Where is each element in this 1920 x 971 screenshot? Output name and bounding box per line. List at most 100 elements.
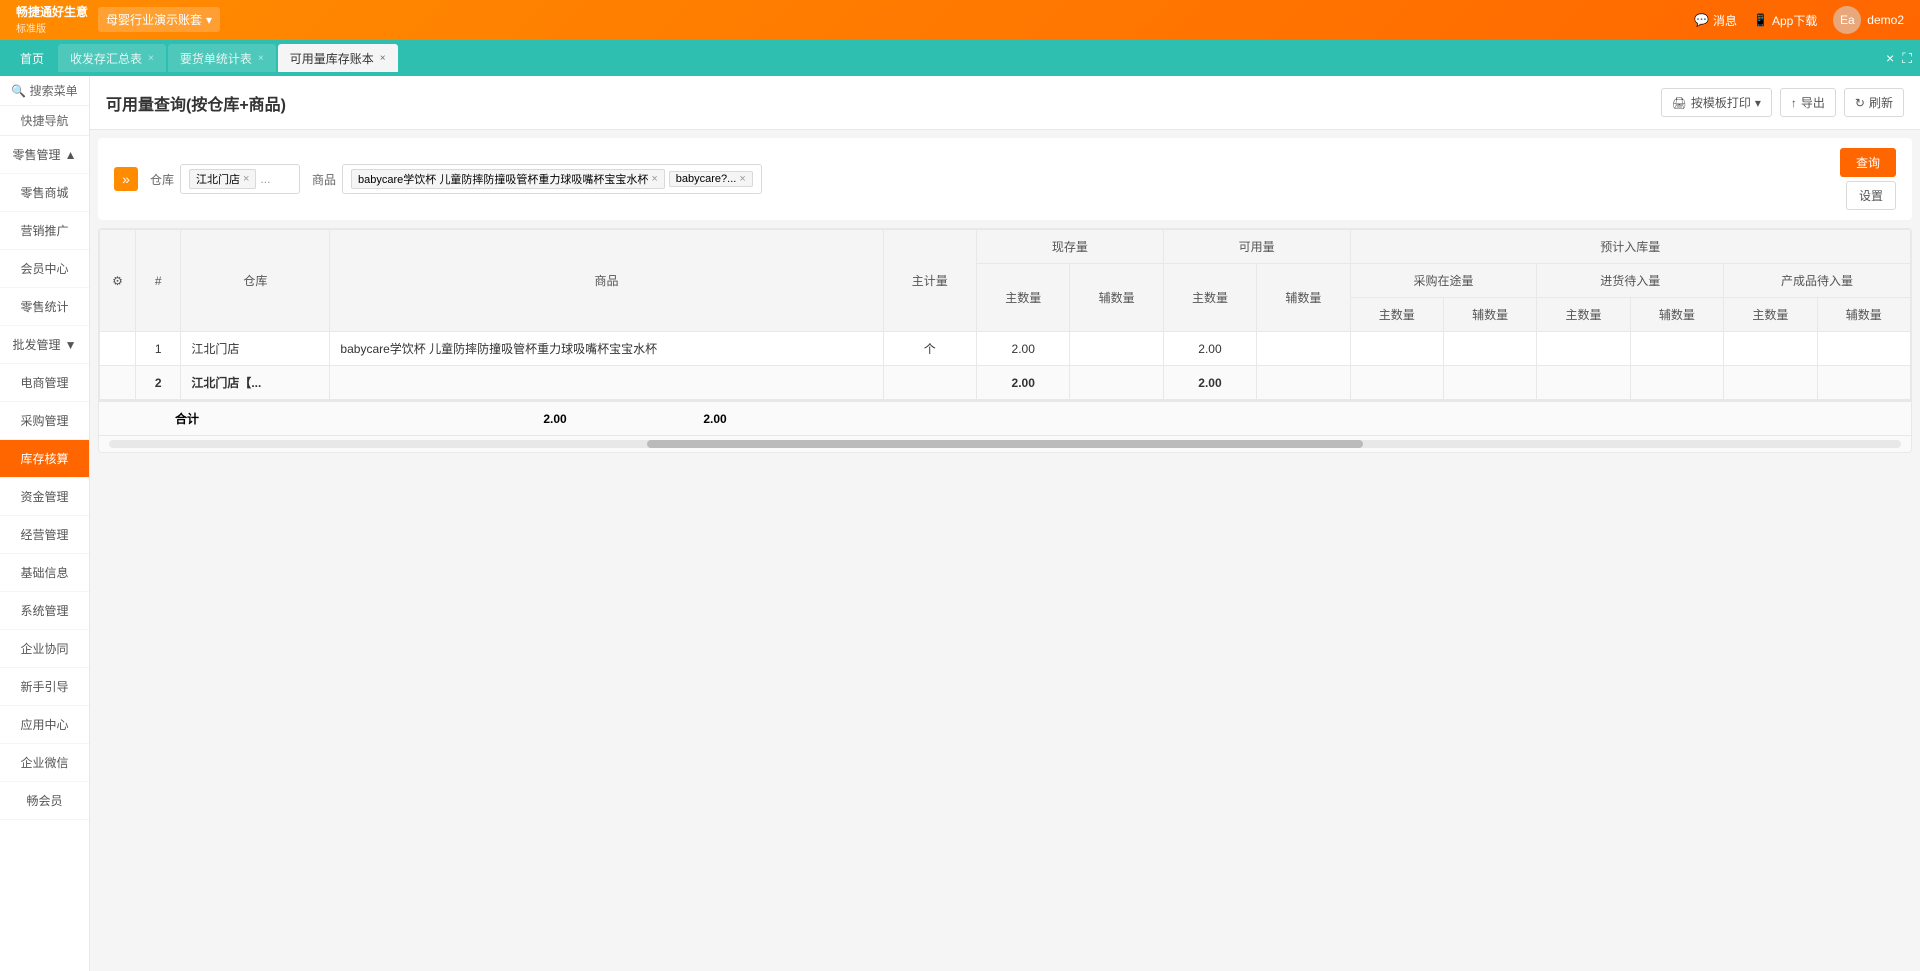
close-all-tabs-icon[interactable]: × bbox=[1886, 50, 1894, 66]
expand-filter-btn[interactable]: » bbox=[114, 167, 138, 191]
product-tag-2-remove-icon[interactable]: × bbox=[739, 173, 745, 185]
col-product-header: 商品 bbox=[330, 230, 883, 332]
sidebar-item-new-guide[interactable]: 新手引导 bbox=[0, 668, 89, 706]
row-2-purchase-transit-aux bbox=[1443, 366, 1536, 400]
tab-order-summary[interactable]: 要货单统计表 × bbox=[168, 44, 276, 72]
sidebar-item-operation[interactable]: 经营管理 bbox=[0, 516, 89, 554]
sidebar-item-basic-info[interactable]: 基础信息 bbox=[0, 554, 89, 592]
chevron-down-icon: ▼ bbox=[65, 338, 77, 352]
col-available-main-header: 主数量 bbox=[1163, 264, 1256, 332]
sidebar-item-enterprise-wechat[interactable]: 企业微信 bbox=[0, 744, 89, 782]
sidebar-item-purchase[interactable]: 采购管理 bbox=[0, 402, 89, 440]
product-input[interactable]: babycare学饮杯 儿童防摔防撞吸管杯重力球吸嘴杯宝宝水杯 × babyca… bbox=[342, 164, 762, 194]
sidebar-search-menu[interactable]: 🔍 搜索菜单 bbox=[0, 76, 89, 106]
page-actions: 🖨 按模板打印 ▾ ↑ 导出 ↻ 刷新 bbox=[1661, 88, 1904, 117]
sidebar-item-system[interactable]: 系统管理 bbox=[0, 592, 89, 630]
footer-available-main: 2.00 bbox=[675, 412, 755, 426]
page-title: 可用量查询(按仓库+商品) bbox=[106, 91, 286, 115]
settings-icon: ⚙ bbox=[112, 274, 123, 288]
sidebar-retail-store-label: 零售商城 bbox=[20, 186, 68, 200]
sidebar-item-wholesale-mgmt[interactable]: 批发管理 ▼ bbox=[0, 326, 89, 364]
tab-available-inventory[interactable]: 可用量库存账本 × bbox=[278, 44, 398, 72]
sidebar-item-vip-member[interactable]: 畅会员 bbox=[0, 782, 89, 820]
row-2-product bbox=[330, 366, 883, 400]
row-1-inbound-aux bbox=[1630, 332, 1723, 366]
sidebar-item-inventory[interactable]: 库存核算 bbox=[0, 440, 89, 478]
row-1-production-main bbox=[1724, 332, 1817, 366]
col-index-header: # bbox=[136, 230, 181, 332]
row-1-available-main: 2.00 bbox=[1163, 332, 1256, 366]
warehouse-tag: 江北门店 × bbox=[189, 169, 256, 189]
refresh-icon: ↻ bbox=[1855, 96, 1865, 110]
scrollbar-track[interactable] bbox=[109, 440, 1901, 448]
warehouse-tag-remove-icon[interactable]: × bbox=[243, 173, 249, 185]
row-2-production-main bbox=[1724, 366, 1817, 400]
main-layout: 🔍 搜索菜单 快捷导航 零售管理 ▲ 零售商城 营销推广 会员中心 零售统计 批… bbox=[0, 76, 1920, 971]
sidebar-item-marketing[interactable]: 营销推广 bbox=[0, 212, 89, 250]
row-2-warehouse: 江北门店【... bbox=[181, 366, 330, 400]
export-btn[interactable]: ↑ 导出 bbox=[1780, 88, 1836, 117]
tab-order-summary-label: 要货单统计表 bbox=[180, 50, 252, 67]
sidebar-ecommerce-label: 电商管理 bbox=[20, 376, 68, 390]
chevron-down-icon: ▾ bbox=[206, 13, 212, 27]
print-chevron-icon: ▾ bbox=[1755, 96, 1761, 110]
message-btn[interactable]: 💬 消息 bbox=[1694, 12, 1737, 29]
close-receipt-summary-icon[interactable]: × bbox=[148, 53, 154, 64]
query-btn[interactable]: 查询 bbox=[1840, 148, 1896, 177]
store-selector[interactable]: 母婴行业演示账套 ▾ bbox=[98, 7, 220, 32]
user-avatar-area[interactable]: Ea demo2 bbox=[1833, 6, 1904, 34]
warehouse-input[interactable]: 江北门店 × ... bbox=[180, 164, 300, 194]
scrollbar-thumb[interactable] bbox=[647, 440, 1364, 448]
warehouse-label: 仓库 bbox=[150, 171, 174, 188]
store-name: 母婴行业演示账套 bbox=[106, 11, 202, 28]
refresh-btn[interactable]: ↻ 刷新 bbox=[1844, 88, 1904, 117]
col-warehouse-header: 仓库 bbox=[181, 230, 330, 332]
close-available-inventory-icon[interactable]: × bbox=[380, 53, 386, 64]
sidebar-app-center-label: 应用中心 bbox=[20, 718, 68, 732]
print-icon: 🖨 bbox=[1672, 96, 1687, 110]
col-available-aux-header: 辅数量 bbox=[1257, 264, 1350, 332]
page-header: 可用量查询(按仓库+商品) 🖨 按模板打印 ▾ ↑ 导出 ↻ 刷新 bbox=[90, 76, 1920, 130]
warehouse-more[interactable]: ... bbox=[260, 172, 270, 186]
sidebar-item-member[interactable]: 会员中心 bbox=[0, 250, 89, 288]
row-1-unit: 个 bbox=[883, 332, 976, 366]
col-current-stock-header: 现存量 bbox=[977, 230, 1164, 264]
tab-receipt-summary-label: 收发存汇总表 bbox=[70, 50, 142, 67]
sidebar-item-retail-store[interactable]: 零售商城 bbox=[0, 174, 89, 212]
product-tag-1-remove-icon[interactable]: × bbox=[651, 173, 657, 185]
product-tag-1: babycare学饮杯 儿童防摔防撞吸管杯重力球吸嘴杯宝宝水杯 × bbox=[351, 169, 665, 189]
sidebar-item-enterprise[interactable]: 企业协同 bbox=[0, 630, 89, 668]
close-order-summary-icon[interactable]: × bbox=[258, 53, 264, 64]
nav-actions: × ⛶ bbox=[1886, 50, 1912, 67]
avatar: Ea bbox=[1833, 6, 1861, 34]
sidebar-item-retail-stats[interactable]: 零售统计 bbox=[0, 288, 89, 326]
tab-home[interactable]: 首页 bbox=[8, 44, 56, 72]
sidebar-item-app-center[interactable]: 应用中心 bbox=[0, 706, 89, 744]
print-btn[interactable]: 🖨 按模板打印 ▾ bbox=[1661, 88, 1772, 117]
col-purchase-transit-header: 采购在途量 bbox=[1350, 264, 1537, 298]
logo: 畅捷通好生意 标准版 bbox=[16, 5, 88, 34]
tab-receipt-summary[interactable]: 收发存汇总表 × bbox=[58, 44, 166, 72]
sidebar-quick-nav[interactable]: 快捷导航 bbox=[0, 106, 89, 136]
sidebar-retail-stats-label: 零售统计 bbox=[20, 300, 68, 314]
col-planned-inbound-header: 预计入库量 bbox=[1350, 230, 1910, 264]
row-2-inbound-aux bbox=[1630, 366, 1723, 400]
sidebar-item-retail-mgmt[interactable]: 零售管理 ▲ bbox=[0, 136, 89, 174]
table-row-group: 2 江北门店【... 2.00 2.00 bbox=[100, 366, 1911, 400]
col-current-main-header: 主数量 bbox=[977, 264, 1070, 332]
tab-home-label: 首页 bbox=[20, 50, 44, 67]
col-production-main-header: 主数量 bbox=[1724, 298, 1817, 332]
row-1-purchase-transit-main bbox=[1350, 332, 1443, 366]
filter-actions: 查询 设置 bbox=[1840, 148, 1896, 210]
logo-sub: 标准版 bbox=[16, 20, 88, 35]
row-1-available-aux bbox=[1257, 332, 1350, 366]
row-2-purchase-transit-main bbox=[1350, 366, 1443, 400]
row-2-current-main: 2.00 bbox=[977, 366, 1070, 400]
sidebar-item-ecommerce[interactable]: 电商管理 bbox=[0, 364, 89, 402]
set-btn[interactable]: 设置 bbox=[1846, 181, 1896, 210]
sidebar-basic-info-label: 基础信息 bbox=[20, 566, 68, 580]
fullscreen-icon[interactable]: ⛶ bbox=[1902, 50, 1912, 67]
col-settings-header[interactable]: ⚙ bbox=[100, 230, 136, 332]
sidebar-item-finance[interactable]: 资金管理 bbox=[0, 478, 89, 516]
app-download-btn[interactable]: 📱 App下载 bbox=[1753, 12, 1817, 29]
